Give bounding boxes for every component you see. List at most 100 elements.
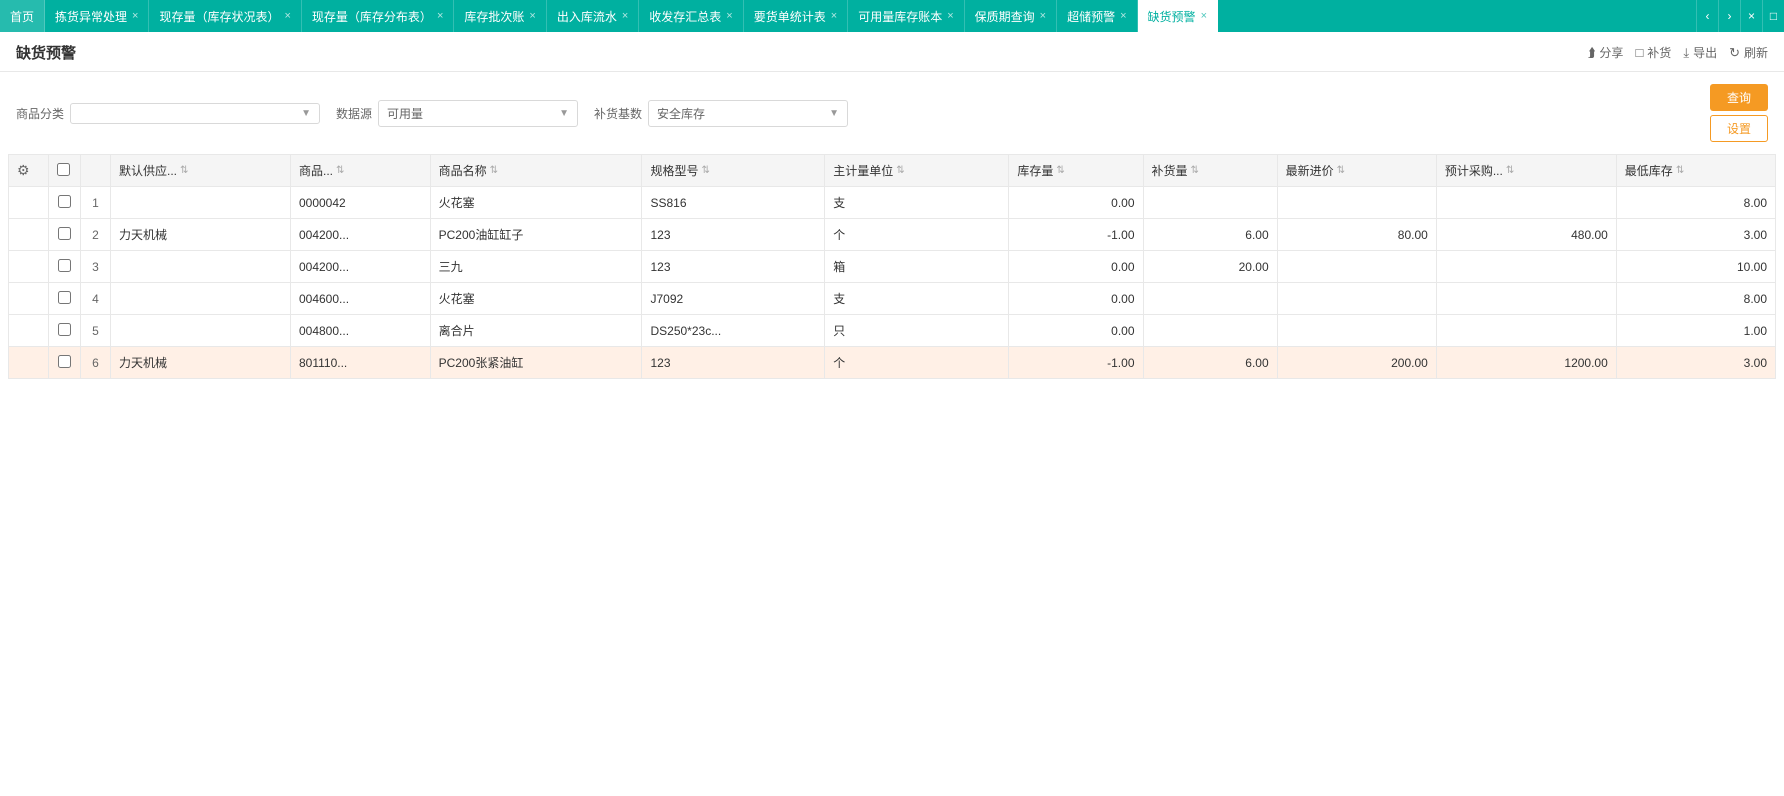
th-min-stock[interactable]: 最低库存 ⇅ (1616, 155, 1775, 187)
td-settings-0 (9, 187, 49, 219)
th-unit[interactable]: 主计量单位 ⇅ (825, 155, 1009, 187)
nav-tab-collect[interactable]: 收发存汇总表 × (639, 0, 743, 32)
nav-arrow-right[interactable]: › (1718, 0, 1740, 32)
th-product-code[interactable]: 商品... ⇅ (290, 155, 430, 187)
td-min-stock-2: 10.00 (1616, 251, 1775, 283)
replenish-base-select[interactable]: 安全库存 ▼ (648, 100, 848, 127)
td-checkbox-3 (49, 283, 81, 315)
td-name-5: PC200张紧油缸 (430, 347, 642, 379)
td-settings-4 (9, 315, 49, 347)
refresh-icon: ↻ (1729, 45, 1740, 61)
column-settings-icon[interactable]: ⚙ (17, 162, 30, 178)
td-latest-price-5: 200.00 (1277, 347, 1436, 379)
close-tab-available[interactable]: × (947, 10, 953, 22)
datasource-label: 数据源 (336, 105, 372, 122)
header-actions: ⮭ 分享 □ 补货 ⤓ 导出 ↻ 刷新 (1588, 44, 1768, 61)
select-all-checkbox[interactable] (57, 163, 70, 176)
nav-tab-inventory-status[interactable]: 现存量（库存状况表） × (149, 0, 301, 32)
close-tab-inventory-dist[interactable]: × (437, 10, 443, 22)
th-num (81, 155, 111, 187)
td-min-stock-3: 8.00 (1616, 283, 1775, 315)
th-default-supplier[interactable]: 默认供应... ⇅ (111, 155, 291, 187)
nav-tab-overstock[interactable]: 超储预警 × (1057, 0, 1137, 32)
row-checkbox-1[interactable] (58, 227, 71, 240)
td-stock-0: 0.00 (1009, 187, 1143, 219)
filter-row: 商品分类 ▼ 数据源 可用量 ▼ 补货基数 安全库存 ▼ 查询 设置 (0, 72, 1784, 154)
td-spec-5: 123 (642, 347, 825, 379)
nav-tab-available[interactable]: 可用量库存账本 × (848, 0, 964, 32)
nav-tab-shortage[interactable]: 缺货预警 × (1138, 0, 1218, 32)
td-supplier-1: 力天机械 (111, 219, 291, 251)
settings-button[interactable]: 设置 (1710, 115, 1768, 142)
th-stock[interactable]: 库存量 ⇅ (1009, 155, 1143, 187)
close-tab-collect[interactable]: × (726, 10, 732, 22)
datasource-filter-group: 数据源 可用量 ▼ (336, 100, 578, 127)
replenish-button[interactable]: □ 补货 (1635, 44, 1671, 61)
th-product-name-sort: ⇅ (490, 165, 498, 176)
nav-controls: ‹ › × □ (1696, 0, 1784, 32)
th-default-supplier-label: 默认供应... (119, 162, 177, 179)
row-checkbox-4[interactable] (58, 323, 71, 336)
close-tab-abnormal[interactable]: × (132, 10, 138, 22)
nav-arrow-left[interactable]: ‹ (1696, 0, 1718, 32)
th-spec[interactable]: 规格型号 ⇅ (642, 155, 825, 187)
th-latest-price[interactable]: 最新进价 ⇅ (1277, 155, 1436, 187)
close-tab-shortage[interactable]: × (1201, 10, 1207, 22)
td-replenish-qty-0 (1143, 187, 1277, 219)
table-body: 1 0000042 火花塞 SS816 支 0.00 8.00 2 力天机械 0… (9, 187, 1776, 379)
td-unit-4: 只 (825, 315, 1009, 347)
table-row: 2 力天机械 004200... PC200油缸缸子 123 个 -1.00 6… (9, 219, 1776, 251)
td-num-5: 6 (81, 347, 111, 379)
th-replenish-qty[interactable]: 补货量 ⇅ (1143, 155, 1277, 187)
table-container: ⚙ 默认供应... ⇅ 商品... (0, 154, 1784, 379)
td-settings-5 (9, 347, 49, 379)
td-stock-4: 0.00 (1009, 315, 1143, 347)
td-estimated-purchase-2 (1436, 251, 1616, 283)
nav-restore[interactable]: □ (1762, 0, 1784, 32)
refresh-button[interactable]: ↻ 刷新 (1729, 44, 1768, 61)
th-estimated-purchase[interactable]: 预计采购... ⇅ (1436, 155, 1616, 187)
td-name-4: 离合片 (430, 315, 642, 347)
td-estimated-purchase-5: 1200.00 (1436, 347, 1616, 379)
export-button[interactable]: ⤓ 导出 (1683, 44, 1717, 61)
close-tab-batch[interactable]: × (529, 10, 535, 22)
td-spec-2: 123 (642, 251, 825, 283)
query-button[interactable]: 查询 (1710, 84, 1768, 111)
close-tab-overstock[interactable]: × (1120, 10, 1126, 22)
close-tab-inventory-status[interactable]: × (284, 10, 290, 22)
datasource-select[interactable]: 可用量 ▼ (378, 100, 578, 127)
td-stock-1: -1.00 (1009, 219, 1143, 251)
th-product-name-label: 商品名称 (439, 162, 487, 179)
td-supplier-5: 力天机械 (111, 347, 291, 379)
th-product-code-label: 商品... (299, 162, 333, 179)
row-checkbox-5[interactable] (58, 355, 71, 368)
nav-tab-batch[interactable]: 库存批次账 × (454, 0, 546, 32)
td-stock-3: 0.00 (1009, 283, 1143, 315)
th-product-name[interactable]: 商品名称 ⇅ (430, 155, 642, 187)
row-checkbox-3[interactable] (58, 291, 71, 304)
td-latest-price-4 (1277, 315, 1436, 347)
td-code-3: 004600... (290, 283, 430, 315)
td-checkbox-2 (49, 251, 81, 283)
nav-close-all[interactable]: × (1740, 0, 1762, 32)
td-spec-3: J7092 (642, 283, 825, 315)
nav-tab-abnormal[interactable]: 拣货异常处理 × (45, 0, 149, 32)
category-select[interactable]: ▼ (70, 103, 320, 124)
nav-tab-inventory-dist[interactable]: 现存量（库存分布表） × (302, 0, 454, 32)
nav-tab-expiry[interactable]: 保质期查询 × (965, 0, 1057, 32)
nav-tab-flow[interactable]: 出入库流水 × (547, 0, 639, 32)
td-code-4: 004800... (290, 315, 430, 347)
close-tab-demand[interactable]: × (831, 10, 837, 22)
td-estimated-purchase-0 (1436, 187, 1616, 219)
td-unit-2: 箱 (825, 251, 1009, 283)
category-dropdown-arrow: ▼ (301, 108, 311, 119)
close-tab-flow[interactable]: × (622, 10, 628, 22)
td-spec-0: SS816 (642, 187, 825, 219)
nav-tab-demand[interactable]: 要货单统计表 × (744, 0, 848, 32)
row-checkbox-0[interactable] (58, 195, 71, 208)
th-unit-label: 主计量单位 (833, 162, 893, 179)
row-checkbox-2[interactable] (58, 259, 71, 272)
close-tab-expiry[interactable]: × (1040, 10, 1046, 22)
share-button[interactable]: ⮭ 分享 (1588, 44, 1624, 61)
nav-tab-home[interactable]: 首页 (0, 0, 45, 32)
